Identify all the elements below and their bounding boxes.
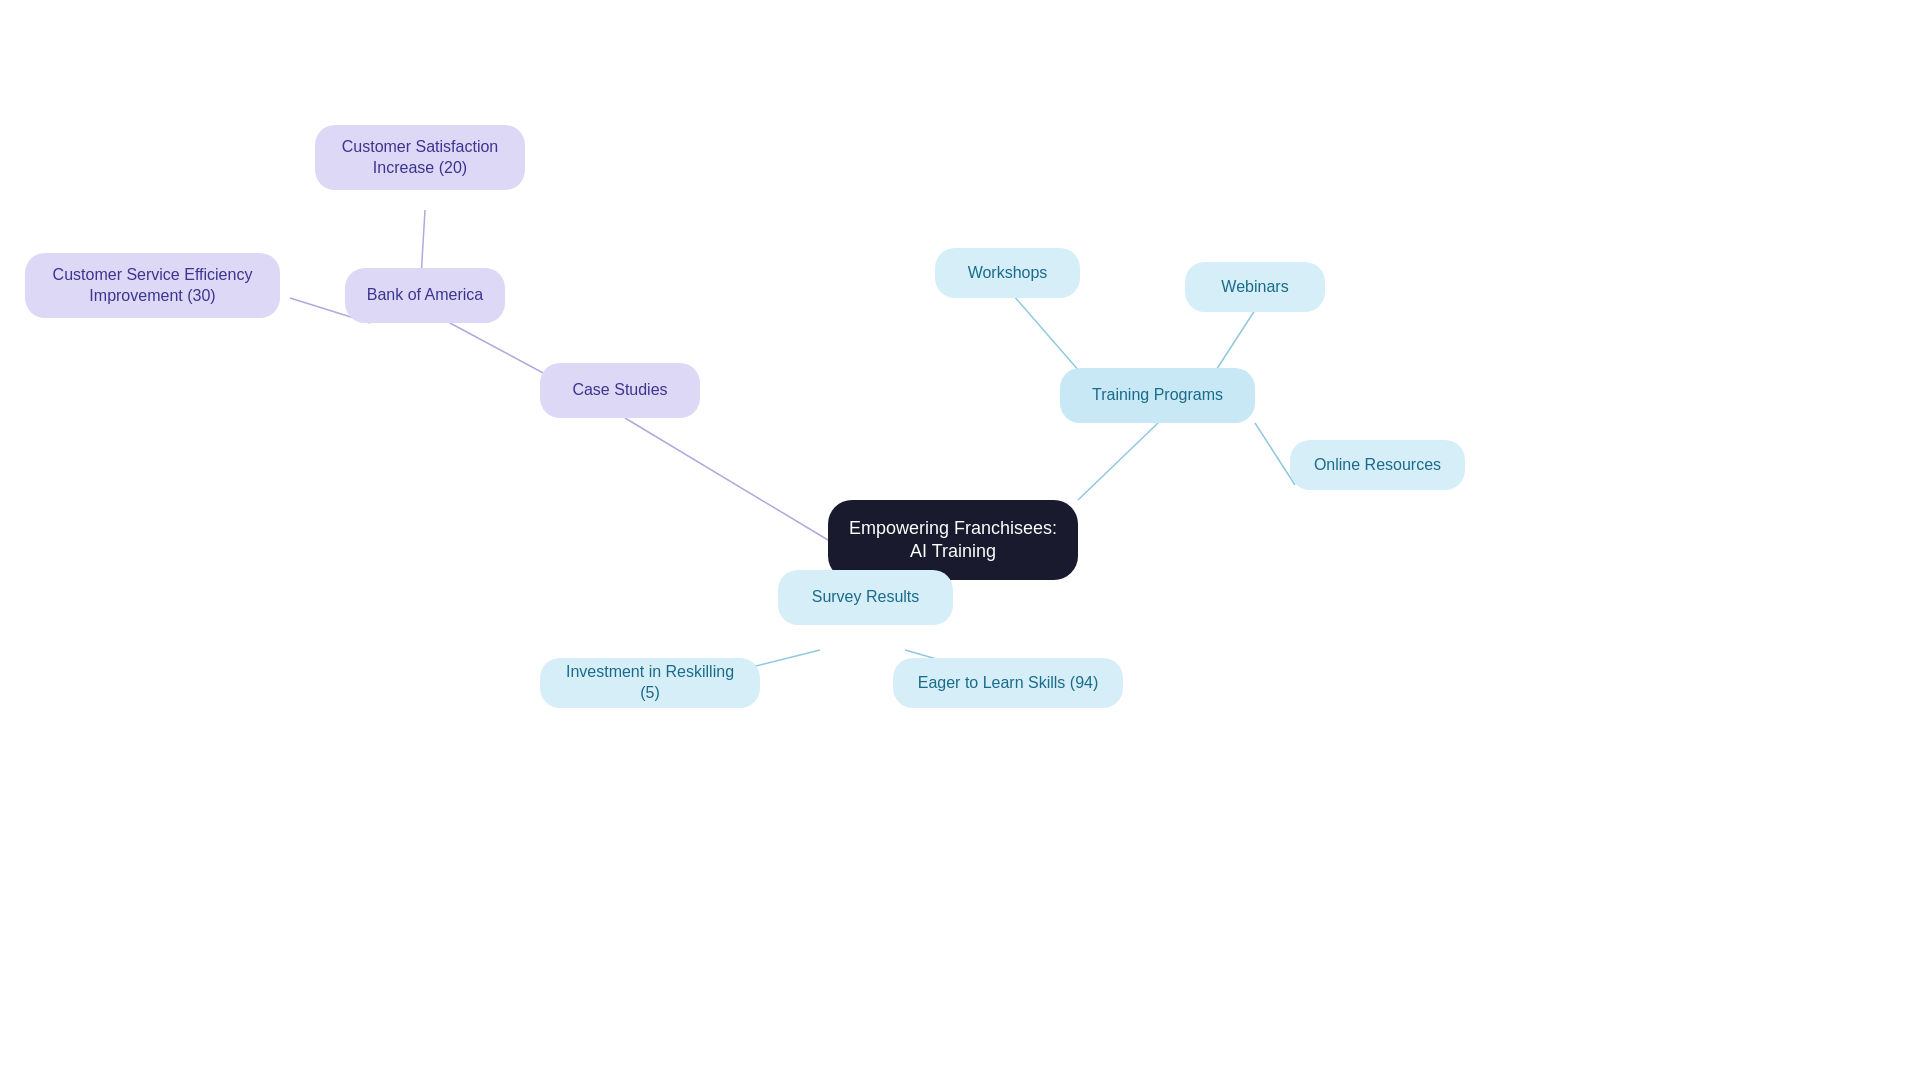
center-node-label: Empowering Franchisees: AI Training <box>846 517 1060 564</box>
eager-to-learn-label: Eager to Learn Skills (94) <box>918 673 1099 694</box>
investment-reskilling-node[interactable]: Investment in Reskilling (5) <box>540 658 760 708</box>
customer-satisfaction-node[interactable]: Customer Satisfaction Increase (20) <box>315 125 525 190</box>
survey-results-node[interactable]: Survey Results <box>778 570 953 625</box>
bank-of-america-label: Bank of America <box>367 285 484 306</box>
svg-line-7 <box>1255 423 1295 485</box>
case-studies-node[interactable]: Case Studies <box>540 363 700 418</box>
webinars-node[interactable]: Webinars <box>1185 262 1325 312</box>
online-resources-label: Online Resources <box>1314 455 1441 476</box>
workshops-node[interactable]: Workshops <box>935 248 1080 298</box>
eager-to-learn-node[interactable]: Eager to Learn Skills (94) <box>893 658 1123 708</box>
investment-reskilling-label: Investment in Reskilling (5) <box>558 662 742 704</box>
customer-satisfaction-label: Customer Satisfaction Increase (20) <box>333 137 507 179</box>
center-node[interactable]: Empowering Franchisees: AI Training <box>828 500 1078 580</box>
bank-of-america-node[interactable]: Bank of America <box>345 268 505 323</box>
training-programs-label: Training Programs <box>1092 385 1223 406</box>
svg-line-4 <box>1078 423 1158 500</box>
webinars-label: Webinars <box>1221 277 1288 298</box>
workshops-label: Workshops <box>968 263 1048 284</box>
customer-service-efficiency-node[interactable]: Customer Service Efficiency Improvement … <box>25 253 280 318</box>
training-programs-node[interactable]: Training Programs <box>1060 368 1255 423</box>
online-resources-node[interactable]: Online Resources <box>1290 440 1465 490</box>
customer-service-efficiency-label: Customer Service Efficiency Improvement … <box>43 265 262 307</box>
case-studies-label: Case Studies <box>572 380 667 401</box>
survey-results-label: Survey Results <box>812 587 920 608</box>
svg-line-0 <box>625 418 828 540</box>
